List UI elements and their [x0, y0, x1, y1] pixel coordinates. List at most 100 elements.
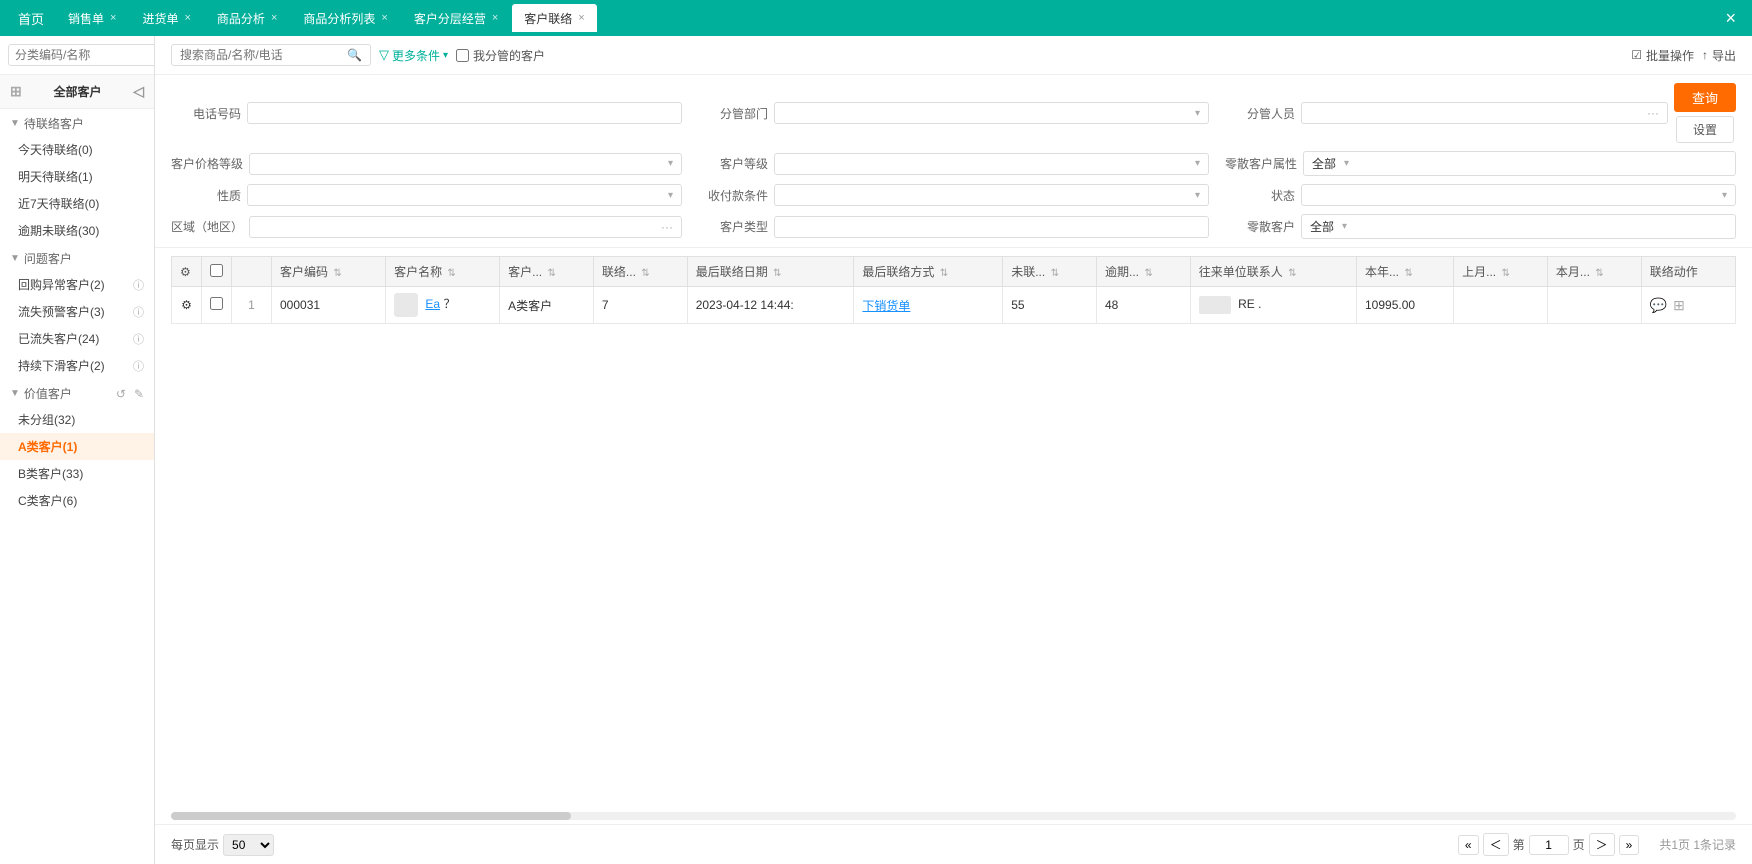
section-problem-customers[interactable]: ▼ 问题客户	[0, 244, 154, 271]
sidebar-item-churned[interactable]: 已流失客户(24) ⓘ	[0, 325, 154, 352]
sidebar-item-7days[interactable]: 近7天待联络(0)	[0, 190, 154, 217]
sidebar-all-customers-header[interactable]: ⊞ 全部客户 ◁	[0, 75, 154, 109]
nav-tab-customer-segment[interactable]: 客户分层经营 ×	[402, 4, 510, 32]
price-level-input[interactable]	[258, 157, 664, 171]
retail-attr-control[interactable]: 全部 ▾	[1303, 151, 1736, 176]
col-gear[interactable]: ⚙	[172, 257, 202, 287]
col-customer-name[interactable]: 客户名称 ⇅	[386, 257, 500, 287]
next-page-button[interactable]: ＞	[1589, 833, 1615, 856]
sidebar-item-ungrouped[interactable]: 未分组(32)	[0, 406, 154, 433]
nav-tab-sales[interactable]: 销售单 ×	[56, 4, 128, 32]
customer-type-input[interactable]	[783, 220, 1200, 234]
nav-tab-analysis[interactable]: 商品分析 ×	[205, 4, 289, 32]
edit-value-icon[interactable]: ✎	[134, 387, 144, 401]
phone-input-control[interactable]	[247, 102, 682, 124]
region-input[interactable]	[258, 220, 661, 234]
sidebar-search-input[interactable]	[8, 44, 155, 66]
status-input[interactable]	[1310, 188, 1718, 202]
section-pending-contact[interactable]: ▼ 待联络客户	[0, 109, 154, 136]
price-level-control[interactable]: ▾	[249, 153, 682, 175]
last-page-button[interactable]: »	[1619, 835, 1640, 855]
manager-input-control[interactable]	[1301, 102, 1668, 124]
sidebar-item-repurchase-abnormal[interactable]: 回购异常客户(2) ⓘ	[0, 271, 154, 298]
sort-icon-name[interactable]: ⇅	[447, 268, 455, 279]
horizontal-scrollbar[interactable]	[171, 812, 1736, 820]
section-value-customers[interactable]: ▼ 价值客户 ↺ ✎	[0, 379, 154, 406]
close-tab-customer-segment[interactable]: ×	[492, 12, 498, 24]
row-last-method[interactable]: 下销货单	[854, 287, 1003, 324]
my-customers-checkbox[interactable]	[456, 49, 469, 62]
sort-icon-overdue[interactable]: ⇅	[1144, 268, 1152, 279]
close-tab-purchase[interactable]: ×	[184, 12, 190, 24]
sidebar-item-overdue[interactable]: 逾期未联络(30)	[0, 217, 154, 244]
close-all-button[interactable]: ×	[1717, 8, 1744, 29]
payment-input[interactable]	[783, 188, 1191, 202]
row-name[interactable]: Ea ？	[386, 287, 500, 324]
close-tab-analysis-list[interactable]: ×	[381, 12, 387, 24]
sidebar-item-declining[interactable]: 持续下滑客户(2) ⓘ	[0, 352, 154, 379]
col-contact[interactable]: 联络... ⇅	[593, 257, 687, 287]
search-icon[interactable]: 🔍	[347, 48, 362, 62]
col-last-method[interactable]: 最后联络方式 ⇅	[854, 257, 1003, 287]
dept-input[interactable]	[783, 106, 1191, 120]
col-unit-contact[interactable]: 往来单位联系人 ⇅	[1190, 257, 1356, 287]
status-control[interactable]: ▾	[1301, 184, 1736, 206]
payment-control[interactable]: ▾	[774, 184, 1209, 206]
sort-icon-last-method[interactable]: ⇅	[940, 268, 948, 279]
col-last-month[interactable]: 上月... ⇅	[1454, 257, 1548, 287]
dept-select-control[interactable]: ▾	[774, 102, 1209, 124]
col-overdue[interactable]: 逾期... ⇅	[1097, 257, 1191, 287]
customer-level-control[interactable]: ▾	[774, 153, 1209, 175]
first-page-button[interactable]: «	[1458, 835, 1479, 855]
col-this-year[interactable]: 本年... ⇅	[1357, 257, 1454, 287]
sidebar-item-b-class[interactable]: B类客户(33)	[0, 460, 154, 487]
select-all-checkbox[interactable]	[210, 264, 223, 277]
close-tab-analysis[interactable]: ×	[271, 12, 277, 24]
collapse-sidebar-icon[interactable]: ◁	[133, 83, 144, 100]
col-customer-code[interactable]: 客户编码 ⇅	[272, 257, 386, 287]
customer-type-control[interactable]	[774, 216, 1209, 238]
sidebar-item-churn-warning[interactable]: 流失预警客户(3) ⓘ	[0, 298, 154, 325]
nav-home[interactable]: 首页	[8, 5, 54, 32]
col-customer-level[interactable]: 客户... ⇅	[500, 257, 594, 287]
close-tab-sales[interactable]: ×	[110, 12, 116, 24]
chat-action-icon[interactable]: 💬	[1650, 297, 1667, 314]
sidebar-item-today[interactable]: 今天待联络(0)	[0, 136, 154, 163]
page-size-select[interactable]: 20 50 100	[223, 834, 274, 856]
nature-input[interactable]	[256, 188, 664, 202]
sidebar-item-tomorrow[interactable]: 明天待联络(1)	[0, 163, 154, 190]
region-control[interactable]	[249, 216, 682, 238]
search-input[interactable]	[180, 48, 347, 62]
col-no-contact[interactable]: 未联... ⇅	[1003, 257, 1097, 287]
sidebar-item-c-class[interactable]: C类客户(6)	[0, 487, 154, 514]
qrcode-action-icon[interactable]: ⊞	[1673, 297, 1685, 314]
retail-customer-control[interactable]: 全部 ▾	[1301, 214, 1736, 239]
batch-operation-button[interactable]: ☑ 批量操作	[1631, 47, 1694, 64]
scrollbar-thumb[interactable]	[171, 812, 571, 820]
sidebar-item-a-class[interactable]: A类客户(1)	[0, 433, 154, 460]
more-filters-button[interactable]: ▽ 更多条件 ▾	[379, 47, 448, 64]
nature-control[interactable]: ▾	[247, 184, 682, 206]
nav-tab-analysis-list[interactable]: 商品分析列表 ×	[291, 4, 399, 32]
customer-level-input[interactable]	[783, 157, 1191, 171]
row-select-checkbox[interactable]	[210, 297, 223, 310]
nav-tab-purchase[interactable]: 进货单 ×	[130, 4, 202, 32]
nav-tab-customer-contact[interactable]: 客户联络 ×	[512, 4, 596, 32]
page-number-input[interactable]	[1529, 835, 1569, 855]
sort-icon-level[interactable]: ⇅	[547, 268, 555, 279]
col-last-date[interactable]: 最后联络日期 ⇅	[687, 257, 854, 287]
row-gear[interactable]: ⚙	[172, 287, 202, 324]
export-button[interactable]: ↑ 导出	[1702, 47, 1736, 64]
col-check[interactable]	[202, 257, 232, 287]
last-method-link[interactable]: 下销货单	[862, 299, 910, 313]
sort-icon-unit-contact[interactable]: ⇅	[1288, 268, 1296, 279]
close-tab-customer-contact[interactable]: ×	[578, 12, 584, 24]
sort-icon-no-contact[interactable]: ⇅	[1051, 268, 1059, 279]
prev-page-button[interactable]: ＜	[1483, 833, 1509, 856]
sort-icon-contact[interactable]: ⇅	[641, 268, 649, 279]
settings-button[interactable]: 设置	[1676, 116, 1734, 143]
manager-input[interactable]	[1310, 106, 1647, 120]
sort-icon-code[interactable]: ⇅	[333, 268, 341, 279]
sort-icon-this-year[interactable]: ⇅	[1404, 268, 1412, 279]
row-checkbox[interactable]	[202, 287, 232, 324]
